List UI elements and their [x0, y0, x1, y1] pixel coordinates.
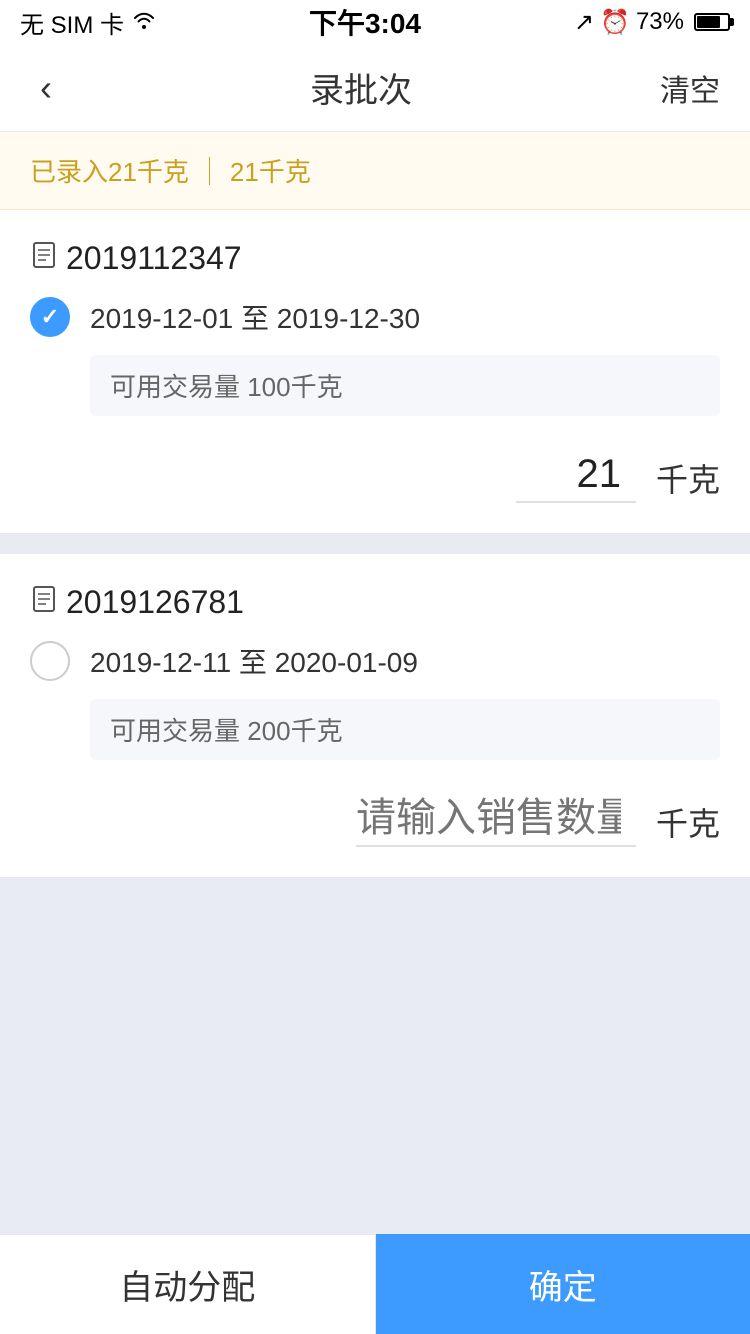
item-row-1[interactable]: ✓ 2019-12-01 至 2019-12-30 — [0, 287, 750, 347]
qty-input-1[interactable] — [516, 452, 636, 503]
section-separator — [0, 534, 750, 554]
battery-percent: 73% — [636, 8, 684, 36]
status-left: 无 SIM 卡 — [20, 5, 156, 40]
battery-icon — [694, 13, 730, 31]
item-date-1: 2019-12-01 至 2019-12-30 — [90, 297, 420, 337]
available-qty-2: 可用交易量 200千克 — [90, 699, 720, 760]
info-recorded: 已录入21千克 — [30, 152, 189, 189]
available-qty-1: 可用交易量 100千克 — [90, 355, 720, 416]
check-icon-1: ✓ — [41, 304, 59, 330]
item-row-2[interactable]: 2019-12-11 至 2020-01-09 — [0, 631, 750, 691]
radio-1[interactable]: ✓ — [30, 297, 70, 337]
confirm-button[interactable]: 确定 — [376, 1234, 750, 1334]
item-card-2: 2019126781 2019-12-11 至 2020-01-09 可用交易量… — [0, 554, 750, 878]
back-button[interactable]: ‹ — [30, 57, 62, 119]
bottom-bar: 自动分配 确定 — [0, 1234, 750, 1334]
item-header-1: 2019112347 — [0, 210, 750, 287]
qty-input-2[interactable] — [356, 796, 636, 847]
nav-bar: ‹ 录批次 清空 — [0, 44, 750, 132]
item-doc-icon-1 — [30, 241, 58, 276]
status-bar: 无 SIM 卡 下午3:04 ↗ ⏰ 73% — [0, 0, 750, 44]
item-doc-icon-2 — [30, 585, 58, 620]
item-date-2: 2019-12-11 至 2020-01-09 — [90, 641, 418, 681]
item-id-1: 2019112347 — [66, 240, 242, 277]
status-time: 下午3:04 — [309, 2, 421, 42]
sim-label: 无 SIM 卡 — [20, 5, 124, 40]
radio-2[interactable] — [30, 641, 70, 681]
wifi-icon — [132, 8, 156, 36]
item-card-1: 2019112347 ✓ 2019-12-01 至 2019-12-30 可用交… — [0, 210, 750, 534]
status-right: ↗ ⏰ 73% — [574, 8, 730, 37]
qty-unit-2: 千克 — [656, 799, 720, 845]
page-title: 录批次 — [310, 63, 412, 112]
item-header-2: 2019126781 — [0, 554, 750, 631]
bottom-space — [0, 878, 750, 1278]
location-icon: ↗ — [574, 8, 594, 37]
qty-area-2: 千克 — [0, 776, 750, 878]
qty-area-1: 千克 — [0, 432, 750, 534]
auto-distribute-button[interactable]: 自动分配 — [0, 1234, 376, 1334]
clear-button[interactable]: 清空 — [660, 66, 720, 110]
info-value: 21千克 — [230, 152, 311, 189]
alarm-icon: ⏰ — [600, 8, 630, 37]
info-banner: 已录入21千克 21千克 — [0, 132, 750, 210]
info-divider — [209, 157, 210, 185]
item-id-2: 2019126781 — [66, 584, 244, 621]
qty-unit-1: 千克 — [656, 455, 720, 501]
